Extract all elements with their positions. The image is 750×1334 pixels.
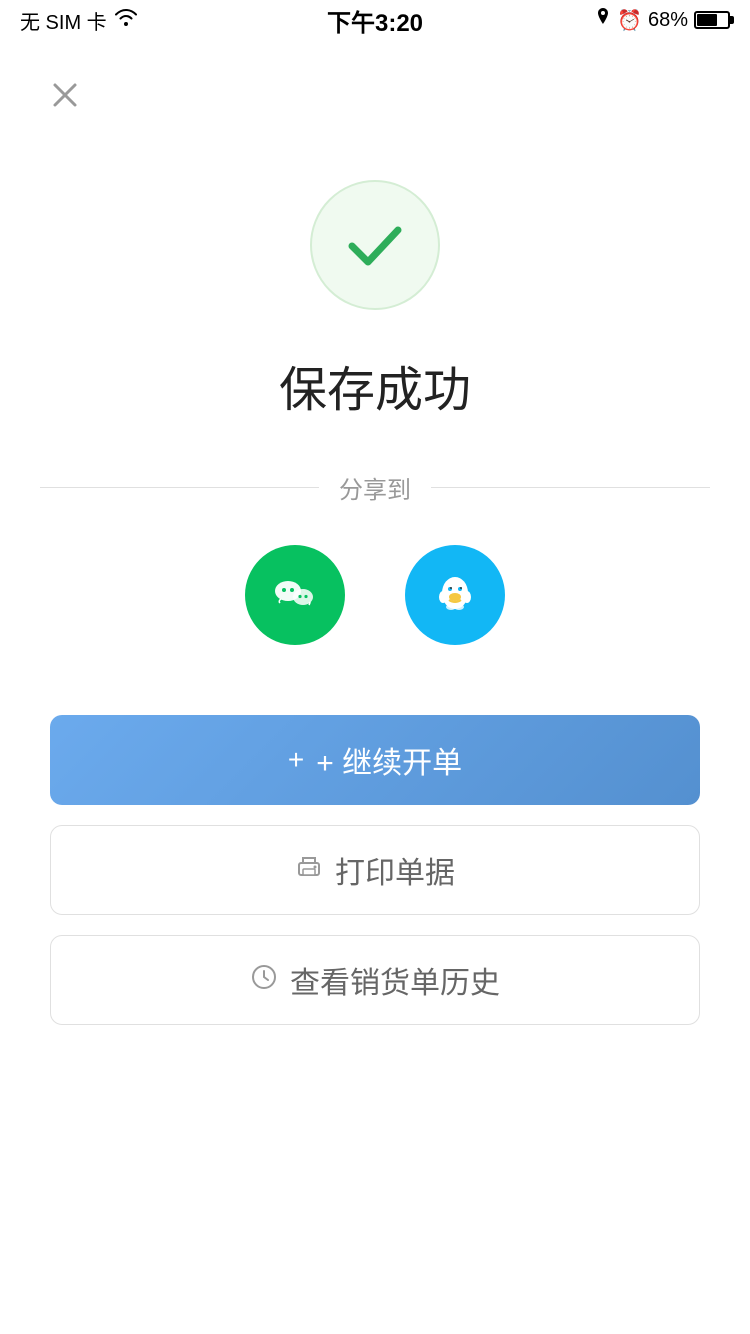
print-label: 打印单据: [335, 848, 455, 892]
close-button[interactable]: [40, 70, 90, 120]
action-buttons: + + 继续开单 打印单据: [40, 715, 710, 1025]
qq-icon: [427, 567, 483, 623]
alarm-icon: ⏰: [617, 8, 642, 33]
view-history-button[interactable]: 查看销货单历史: [50, 935, 700, 1025]
sim-indicator: 无 SIM 卡: [20, 6, 107, 35]
share-qq-button[interactable]: [405, 545, 505, 645]
success-icon-circle: [310, 180, 440, 310]
share-wechat-button[interactable]: [245, 545, 345, 645]
checkmark-icon: [340, 210, 410, 280]
main-content: 保存成功 分享到: [0, 40, 750, 1334]
status-left: 无 SIM 卡: [20, 6, 137, 35]
status-bar: 无 SIM 卡 下午3:20 ⏰ 68%: [0, 0, 750, 40]
battery-icon: [694, 11, 730, 29]
divider-right: [431, 487, 710, 488]
success-section: 保存成功 分享到: [40, 180, 710, 1025]
success-title: 保存成功: [279, 350, 471, 420]
printer-icon: [295, 853, 323, 888]
wifi-icon: [115, 8, 137, 32]
share-icons-row: [40, 545, 710, 645]
divider-left: [40, 487, 319, 488]
status-right: ⏰ 68%: [595, 8, 730, 33]
continue-order-label: + 继续开单: [316, 738, 462, 782]
share-label: 分享到: [339, 470, 411, 505]
plus-icon: +: [288, 744, 304, 776]
history-label: 查看销货单历史: [290, 958, 500, 1002]
status-time: 下午3:20: [327, 3, 423, 38]
history-icon: [250, 963, 278, 998]
print-button[interactable]: 打印单据: [50, 825, 700, 915]
location-icon: [595, 8, 611, 32]
battery-percent: 68%: [648, 9, 688, 32]
share-divider: 分享到: [40, 470, 710, 505]
continue-order-button[interactable]: + + 继续开单: [50, 715, 700, 805]
battery-fill: [697, 14, 717, 26]
wechat-icon: [267, 567, 323, 623]
